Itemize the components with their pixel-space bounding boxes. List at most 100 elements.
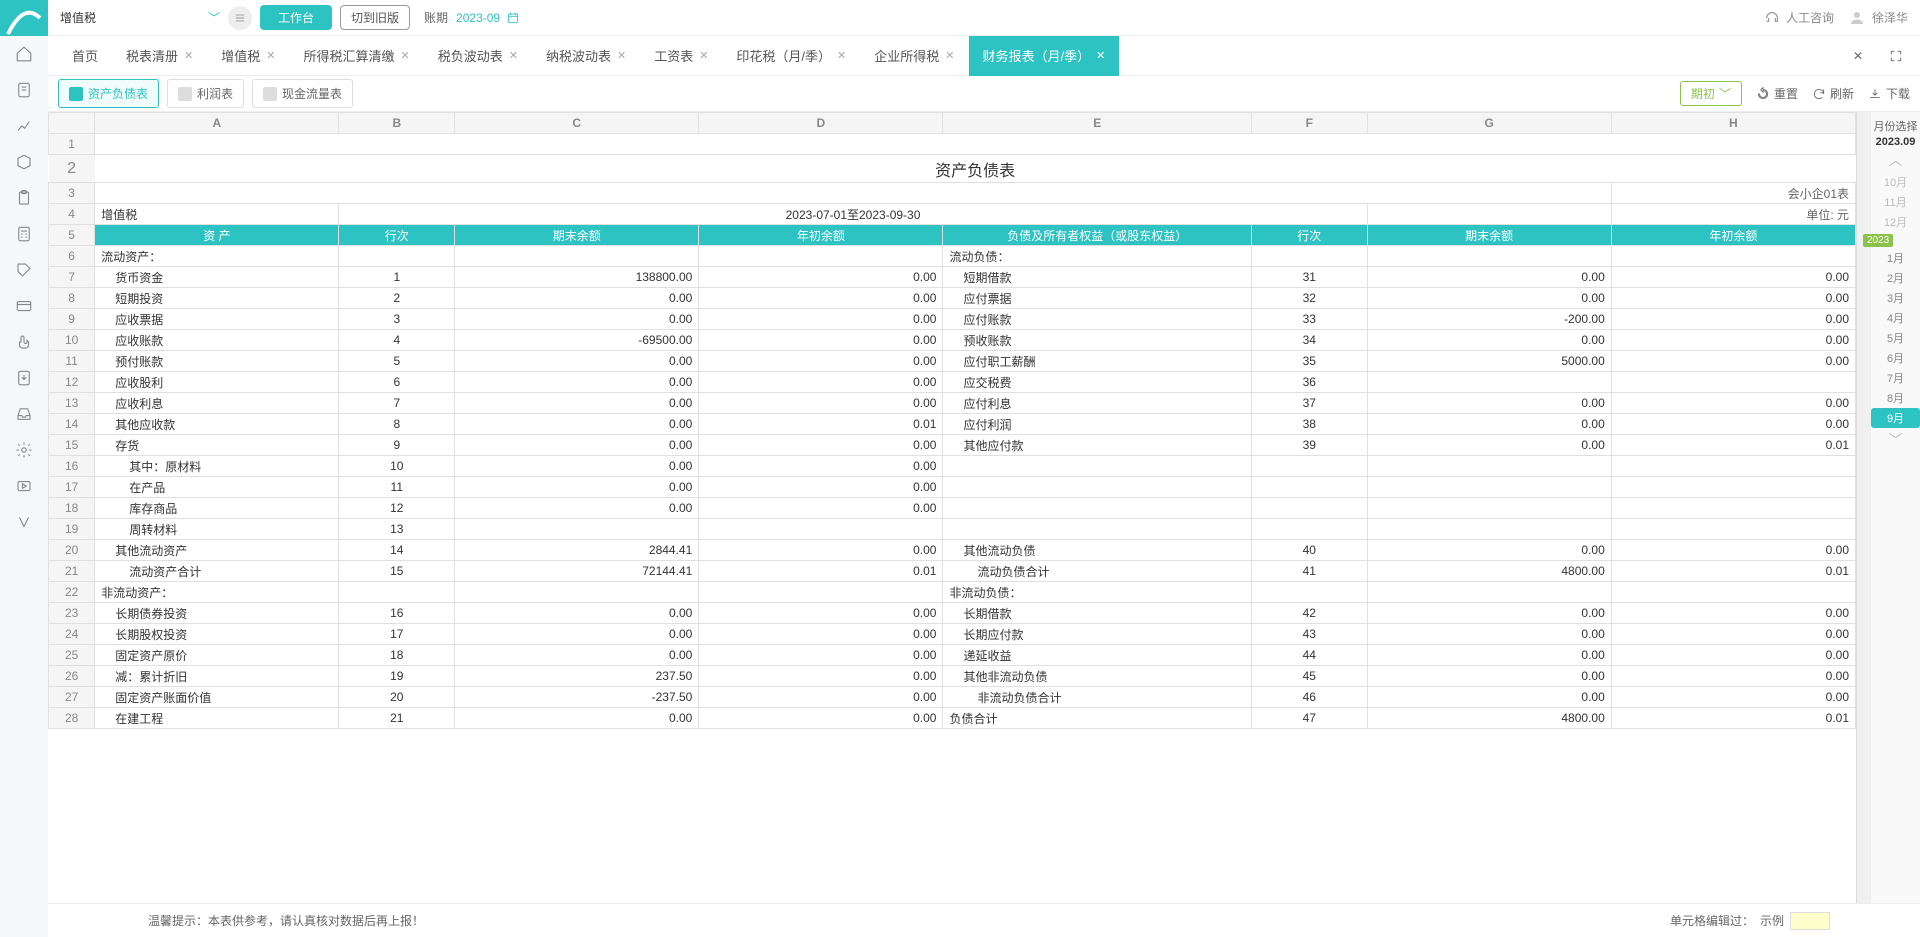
row-header[interactable]: 10: [49, 330, 95, 351]
cell[interactable]: 短期投资: [95, 288, 339, 309]
cell[interactable]: 应付利息: [943, 393, 1251, 414]
tab-close-icon[interactable]: ✕: [266, 49, 275, 62]
cell[interactable]: 长期应付款: [943, 624, 1251, 645]
cell[interactable]: 0.00: [1367, 645, 1611, 666]
cell[interactable]: 14: [339, 540, 455, 561]
cell[interactable]: 非流动资产：: [95, 582, 339, 603]
cell[interactable]: [1611, 372, 1855, 393]
cell[interactable]: 44: [1251, 645, 1367, 666]
cell[interactable]: 库存商品: [95, 498, 339, 519]
row-header[interactable]: 21: [49, 561, 95, 582]
cell[interactable]: 固定资产账面价值: [95, 687, 339, 708]
cell[interactable]: 增值税: [95, 204, 339, 225]
nav-export-icon[interactable]: [0, 360, 48, 396]
cell[interactable]: [699, 246, 943, 267]
cell[interactable]: [1251, 498, 1367, 519]
cell[interactable]: 0.00: [699, 351, 943, 372]
consult-button[interactable]: 人工咨询: [1764, 9, 1834, 26]
cell[interactable]: 2844.41: [455, 540, 699, 561]
cell[interactable]: 20: [339, 687, 455, 708]
cell[interactable]: 32: [1251, 288, 1367, 309]
cell[interactable]: [943, 498, 1251, 519]
spreadsheet[interactable]: ABCDEFGH12资产负债表3会小企01表4增值税2023-07-01至202…: [48, 112, 1856, 903]
cell[interactable]: 31: [1251, 267, 1367, 288]
tab-企业所得税[interactable]: 企业所得税✕: [860, 36, 968, 76]
row-header[interactable]: 20: [49, 540, 95, 561]
cell[interactable]: [1367, 582, 1611, 603]
cell[interactable]: [1251, 456, 1367, 477]
cell[interactable]: 0.00: [699, 456, 943, 477]
cell[interactable]: 0.00: [699, 267, 943, 288]
cell[interactable]: 0.01: [1611, 435, 1855, 456]
tab-close-icon[interactable]: ✕: [617, 49, 626, 62]
cell[interactable]: [1367, 372, 1611, 393]
switch-old-button[interactable]: 切到旧版: [340, 5, 410, 30]
cell[interactable]: [1251, 246, 1367, 267]
month-option[interactable]: 3月: [1871, 288, 1920, 308]
tab-close-icon[interactable]: ✕: [509, 49, 518, 62]
tab-印花税（月/季）[interactable]: 印花税（月/季）✕: [722, 36, 860, 76]
row-header[interactable]: 13: [49, 393, 95, 414]
cell[interactable]: 19: [339, 666, 455, 687]
cell[interactable]: [1367, 477, 1611, 498]
cell[interactable]: 0.00: [455, 435, 699, 456]
cell[interactable]: 其他流动负债: [943, 540, 1251, 561]
cell[interactable]: 33: [1251, 309, 1367, 330]
row-header[interactable]: 19: [49, 519, 95, 540]
cell[interactable]: 4800.00: [1367, 561, 1611, 582]
cell[interactable]: [1611, 519, 1855, 540]
refresh-button[interactable]: 刷新: [1812, 85, 1854, 102]
vertical-scrollbar[interactable]: [1856, 112, 1870, 903]
month-option[interactable]: 11月: [1884, 192, 1907, 212]
cell[interactable]: 12: [339, 498, 455, 519]
cell[interactable]: 4: [339, 330, 455, 351]
cell[interactable]: 0.00: [1611, 666, 1855, 687]
nav-hand-icon[interactable]: [0, 324, 48, 360]
cell[interactable]: [1251, 519, 1367, 540]
period-begin-dropdown[interactable]: 期初 ﹀: [1680, 81, 1742, 106]
tab-close-icon[interactable]: ✕: [837, 49, 846, 62]
cell[interactable]: 0.00: [1611, 414, 1855, 435]
company-dropdown[interactable]: 增值税 ﹀: [60, 9, 220, 26]
nav-clipboard-icon[interactable]: [0, 180, 48, 216]
cell[interactable]: 0.00: [699, 540, 943, 561]
cell[interactable]: [455, 582, 699, 603]
row-header[interactable]: 8: [49, 288, 95, 309]
month-option[interactable]: 9月: [1871, 408, 1920, 428]
cell[interactable]: 0.00: [1611, 540, 1855, 561]
cell[interactable]: 72144.41: [455, 561, 699, 582]
subtab-利润表[interactable]: 利润表: [167, 79, 244, 108]
cell[interactable]: 0.00: [1611, 288, 1855, 309]
cell[interactable]: 0.00: [1367, 393, 1611, 414]
cell[interactable]: 其中：原材料: [95, 456, 339, 477]
cell[interactable]: 应付账款: [943, 309, 1251, 330]
cell[interactable]: 0.00: [1611, 309, 1855, 330]
download-button[interactable]: 下载: [1868, 85, 1910, 102]
cell[interactable]: 0.00: [1367, 540, 1611, 561]
cell[interactable]: 0.00: [699, 708, 943, 729]
month-down-arrow[interactable]: ﹀: [1889, 430, 1903, 450]
month-option[interactable]: 10月: [1884, 172, 1907, 192]
col-header[interactable]: C: [455, 113, 699, 134]
cell[interactable]: 0.00: [455, 624, 699, 645]
row-header[interactable]: 25: [49, 645, 95, 666]
cell[interactable]: 16: [339, 603, 455, 624]
cell[interactable]: 21: [339, 708, 455, 729]
tab-工资表[interactable]: 工资表✕: [640, 36, 722, 76]
cell[interactable]: [1367, 498, 1611, 519]
tab-增值税[interactable]: 增值税✕: [207, 36, 289, 76]
nav-calc-icon[interactable]: [0, 216, 48, 252]
cell[interactable]: 0.00: [455, 309, 699, 330]
month-option[interactable]: 4月: [1871, 308, 1920, 328]
cell[interactable]: 0.00: [699, 666, 943, 687]
cell[interactable]: 应交税费: [943, 372, 1251, 393]
cell[interactable]: 0.00: [455, 372, 699, 393]
cell[interactable]: 2: [339, 288, 455, 309]
cell[interactable]: 非流动负债：: [943, 582, 1251, 603]
tab-首页[interactable]: 首页: [58, 36, 112, 76]
cell[interactable]: [1611, 246, 1855, 267]
month-option[interactable]: 6月: [1871, 348, 1920, 368]
nav-chart-icon[interactable]: [0, 108, 48, 144]
col-header[interactable]: F: [1251, 113, 1367, 134]
tab-close-icon[interactable]: ✕: [945, 49, 954, 62]
